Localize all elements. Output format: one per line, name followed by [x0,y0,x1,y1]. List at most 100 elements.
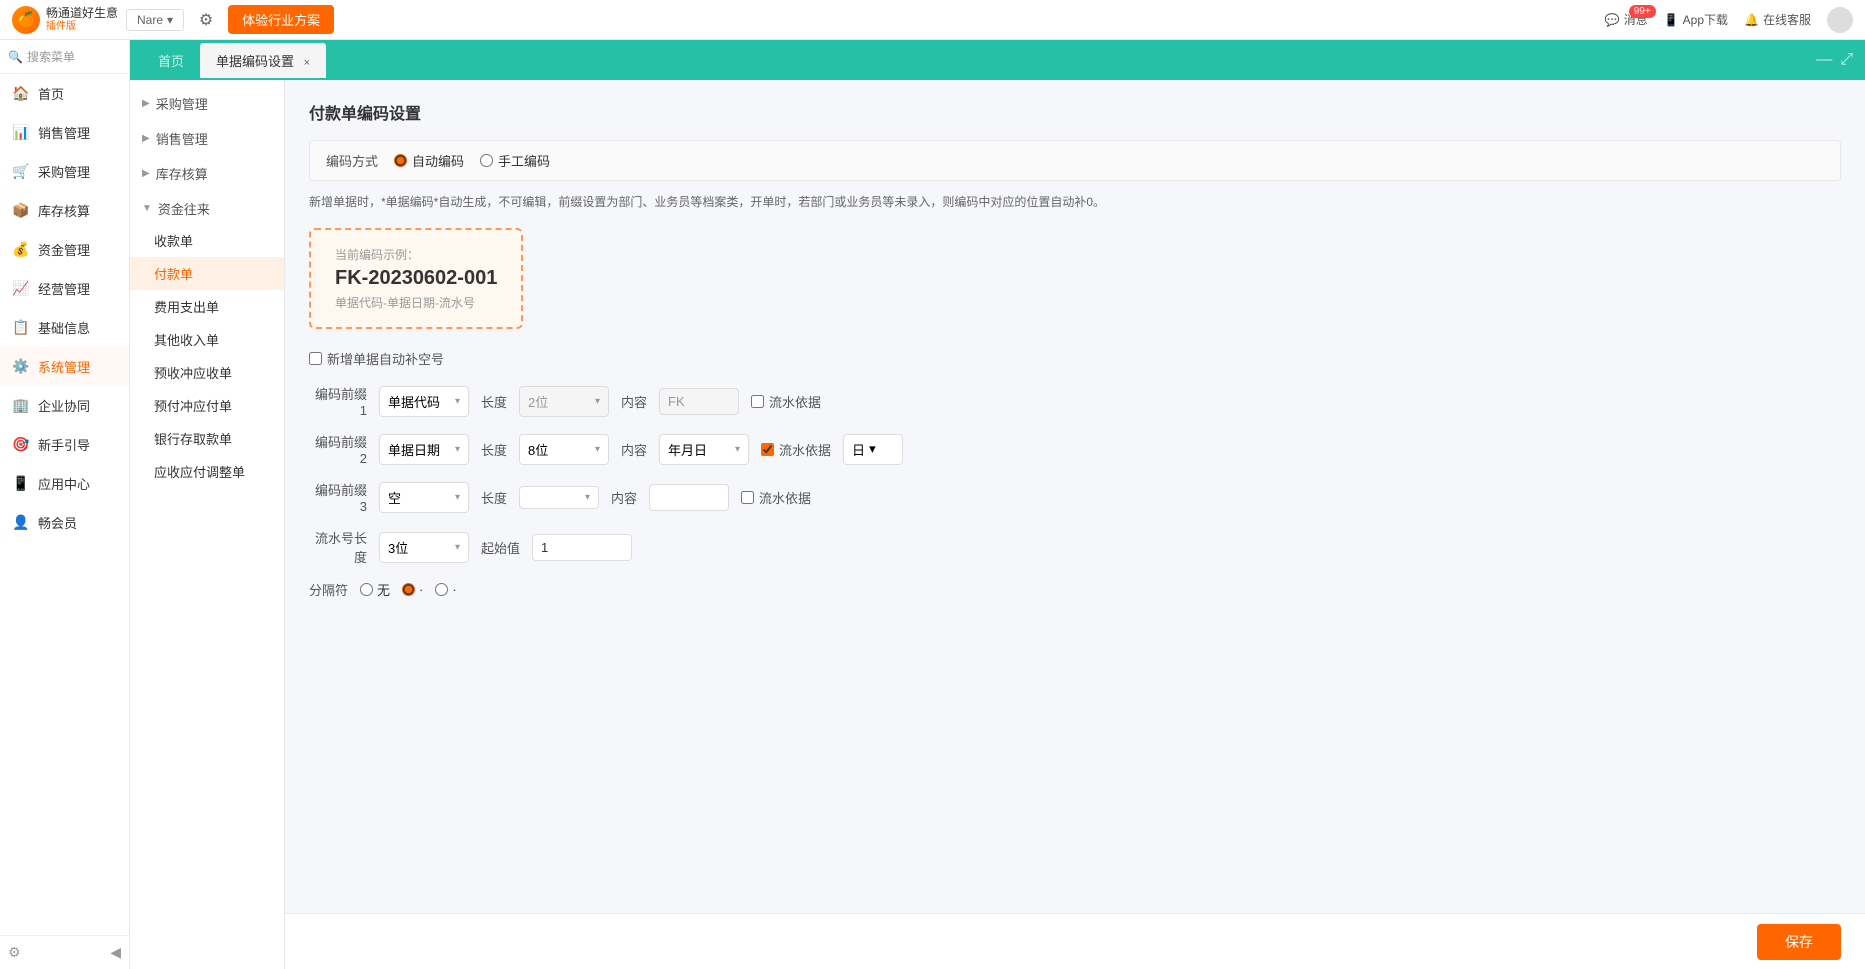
sidebar-item-purchase[interactable]: 🛒 采购管理 [0,152,129,191]
serial2-checkbox[interactable] [761,443,774,456]
length3-select[interactable]: ▾ [519,486,599,509]
left-nav-item-adjustment[interactable]: 应收应付调整单 [130,455,284,488]
system-icon: ⚙️ [12,358,30,376]
messages-button[interactable]: 💬 消息 99+ [1605,11,1648,28]
prefix3-select[interactable]: 空 ▾ [379,482,469,513]
manual-encode-radio[interactable] [480,154,493,167]
sep-dot-radio[interactable] [402,583,415,596]
manual-encode-option[interactable]: 手工编码 [480,151,550,170]
encode-radio-group: 自动编码 手工编码 [394,151,550,170]
length2-label: 长度 [481,440,507,459]
prefix1-label: 编码前缀1 [309,384,367,418]
online-service-button[interactable]: 🔔 在线客服 [1744,11,1811,28]
brand-icon: 🍊 [12,6,40,34]
sep-none-option[interactable]: 无 [360,580,390,599]
message-icon: 💬 [1605,13,1620,27]
left-nav-group-sales-title[interactable]: ▶ 销售管理 [130,123,284,154]
serial2-checkbox-label[interactable]: 流水依据 [761,440,831,459]
page-title: 付款单编码设置 [309,100,1841,124]
basic-icon: 📋 [12,319,30,337]
left-nav-item-prepaid-payable[interactable]: 预付冲应付单 [130,389,284,422]
auto-encode-option[interactable]: 自动编码 [394,151,464,170]
app-download-button[interactable]: 📱 App下载 [1664,11,1728,28]
auto-encode-radio[interactable] [394,154,407,167]
auto-fill-checkbox-label[interactable]: 新增单据自动补空号 [309,349,444,368]
content3-label: 内容 [611,488,637,507]
content1-input [659,388,739,415]
sidebar-item-sales[interactable]: 📊 销售管理 [0,113,129,152]
sidebar-item-app[interactable]: 📱 应用中心 [0,464,129,503]
inventory-icon: 📦 [12,202,30,220]
content1-label: 内容 [621,392,647,411]
brand: 🍊 畅通道好生意 插件版 [12,6,118,34]
tab-close-icon[interactable]: × [304,57,310,69]
start-value-label: 起始值 [481,538,520,557]
left-nav-group-inventory-title[interactable]: ▶ 库存核算 [130,158,284,189]
left-nav-item-receipt[interactable]: 收款单 [130,224,284,257]
sep-dot2-option[interactable]: · [435,582,456,597]
day-select[interactable]: 日 ▾ [843,434,903,465]
sidebar-item-system[interactable]: ⚙️ 系统管理 [0,347,129,386]
preview-label: 当前编码示例： [335,246,497,263]
settings-bottom-icon[interactable]: ⚙ [8,944,21,961]
company-dropdown[interactable]: Nare ▾ [126,9,184,31]
trial-button[interactable]: 体验行业方案 [228,5,334,34]
user-avatar[interactable] [1827,7,1853,33]
select-arrow-icon: ▾ [455,396,460,407]
auto-fill-checkbox[interactable] [309,352,322,365]
top-bar: 🍊 畅通道好生意 插件版 Nare ▾ ⚙ 体验行业方案 💬 消息 99+ 📱 … [0,0,1865,40]
chevron-down-icon: ▾ [167,13,173,27]
serial1-checkbox-label[interactable]: 流水依据 [751,392,821,411]
sidebar-item-enterprise[interactable]: 🏢 企业协同 [0,386,129,425]
sidebar-item-home[interactable]: 🏠 首页 [0,74,129,113]
left-nav-item-prepaid-receivable[interactable]: 预收冲应收单 [130,356,284,389]
left-nav-group-purchase-title[interactable]: ▶ 采购管理 [130,88,284,119]
member-icon: 👤 [12,514,30,532]
prefix1-select[interactable]: 单据代码 ▾ [379,386,469,417]
sep-none-radio[interactable] [360,583,373,596]
tab-minimize-icon[interactable]: — [1816,51,1832,69]
serial-length-select[interactable]: 3位 ▾ [379,532,469,563]
sidebar-item-member[interactable]: 👤 畅会员 [0,503,129,542]
tab-expand-icon[interactable]: ⤢ [1840,51,1853,69]
sidebar-item-guide[interactable]: 🎯 新手引导 [0,425,129,464]
tab-current[interactable]: 单据编码设置 × [200,43,326,78]
left-nav-item-payment[interactable]: 付款单 [130,257,284,290]
serial3-checkbox-label[interactable]: 流水依据 [741,488,811,507]
tab-home[interactable]: 首页 [142,43,200,78]
settings-icon[interactable]: ⚙ [192,6,220,34]
sidebar-search[interactable]: 🔍 搜索菜单 [0,40,129,74]
left-nav-item-bank[interactable]: 银行存取款单 [130,422,284,455]
select-arrow-icon-6: ▾ [869,441,876,457]
serial1-checkbox[interactable] [751,395,764,408]
save-button[interactable]: 保存 [1757,924,1841,960]
content3-input[interactable] [649,484,729,511]
content2-select[interactable]: 年月日 ▾ [659,434,749,465]
app-icon: 📱 [12,475,30,493]
separator-label: 分隔符 [309,580,348,599]
auto-fill-row: 新增单据自动补空号 [309,349,1841,368]
serial3-checkbox[interactable] [741,491,754,504]
sidebar-item-basic[interactable]: 📋 基础信息 [0,308,129,347]
separator-row: 分隔符 无 · · [309,580,1841,599]
prefix2-select[interactable]: 单据日期 ▾ [379,434,469,465]
left-nav-group-sales: ▶ 销售管理 [130,123,284,154]
length2-select[interactable]: 8位 ▾ [519,434,609,465]
sidebar-item-finance[interactable]: 💰 资金管理 [0,230,129,269]
top-bar-right: 💬 消息 99+ 📱 App下载 🔔 在线客服 [1605,7,1853,33]
left-nav-group-inventory: ▶ 库存核算 [130,158,284,189]
sidebar-item-operations[interactable]: 📈 经营管理 [0,269,129,308]
left-nav-group-finance-title[interactable]: ▼ 资金往来 [130,193,284,224]
left-nav-item-expense[interactable]: 费用支出单 [130,290,284,323]
sidebar-nav: 🏠 首页 📊 销售管理 🛒 采购管理 📦 库存核算 💰 资金管理 📈 经 [0,74,129,935]
left-nav-item-other-income[interactable]: 其他收入单 [130,323,284,356]
top-bar-controls: Nare ▾ ⚙ 体验行业方案 [126,5,334,34]
sep-dot-option[interactable]: · [402,582,423,597]
collapse-icon[interactable]: ◀ [110,944,121,961]
finance-icon: 💰 [12,241,30,259]
content2-label: 内容 [621,440,647,459]
preview-desc: 单据代码-单据日期-流水号 [335,294,497,311]
sep-dot2-radio[interactable] [435,583,448,596]
sidebar-item-inventory[interactable]: 📦 库存核算 [0,191,129,230]
start-value-input[interactable] [532,534,632,561]
